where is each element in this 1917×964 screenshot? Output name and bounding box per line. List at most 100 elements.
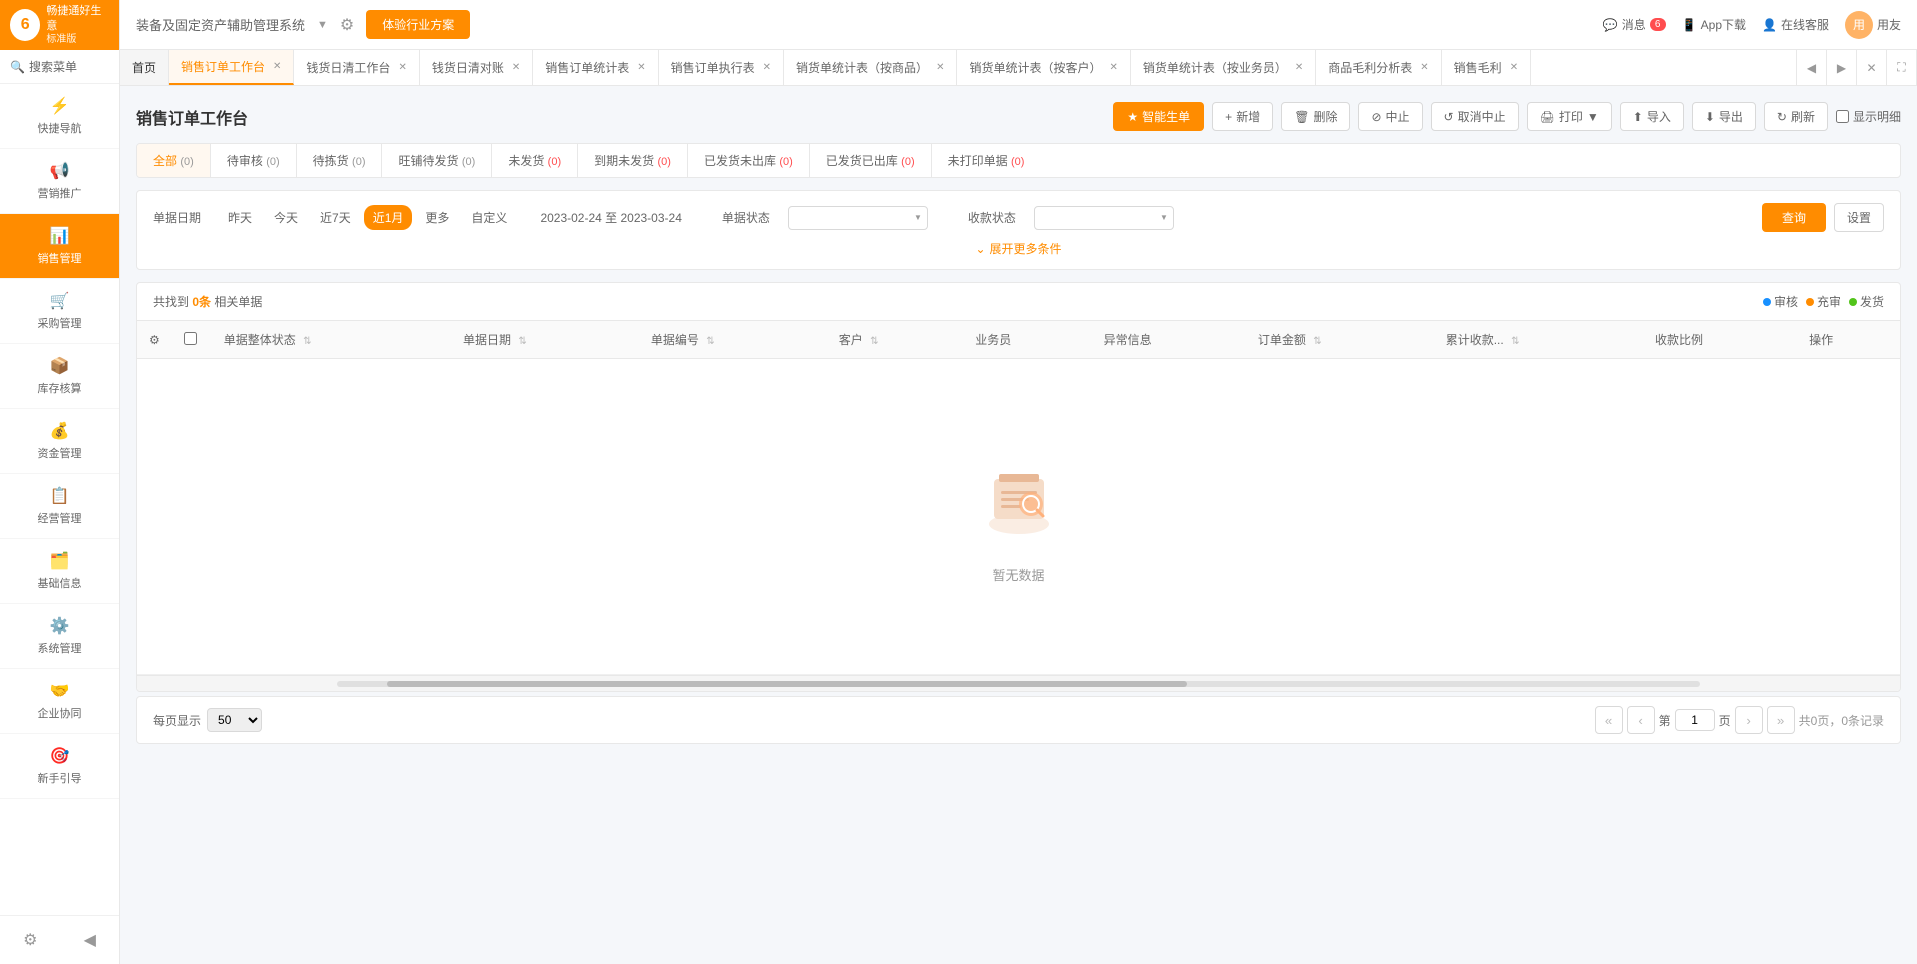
tab-close-goods-stats-staff[interactable]: ✕ (1295, 62, 1303, 73)
col-status: 单据整体状态 ⇅ (212, 321, 451, 359)
date-btn-1month[interactable]: 近1月 (364, 205, 413, 230)
tab-sales-exec[interactable]: 销售订单执行表 ✕ (659, 50, 784, 85)
settings-gear-btn[interactable]: ⚙ (15, 926, 45, 954)
tab-close-sales-gross[interactable]: ✕ (1510, 62, 1518, 73)
pagination-next-btn[interactable]: › (1735, 706, 1763, 734)
cancel-review-action-btn[interactable]: 充审 (1806, 293, 1841, 310)
tab-close-sales-exec[interactable]: ✕ (763, 62, 771, 73)
tab-sales-gross[interactable]: 销售毛利 ✕ (1442, 50, 1531, 85)
sub-tab-wangpu-pending[interactable]: 旺铺待发货 (0) (382, 144, 492, 177)
show-detail-checkbox[interactable]: 显示明细 (1836, 108, 1901, 125)
tab-cash-reconcile[interactable]: 钱货日清对账 ✕ (420, 50, 533, 85)
sidebar-item-finance[interactable]: 💰 资金管理 (0, 409, 119, 474)
settings-icon[interactable]: ⚙ (340, 15, 354, 35)
ship-action-btn[interactable]: 发货 (1849, 293, 1884, 310)
tab-close-cash-daily[interactable]: ✕ (398, 62, 406, 73)
user-menu-btn[interactable]: 用 用友 (1845, 11, 1901, 39)
sidebar-item-base-info[interactable]: 🗂️ 基础信息 (0, 539, 119, 604)
system-title-dropdown[interactable]: ▼ (317, 19, 328, 31)
solution-btn[interactable]: 体验行业方案 (366, 10, 470, 39)
sub-tab-shipped-out[interactable]: 已发货已出库 (0) (810, 144, 932, 177)
tab-sales-workbench[interactable]: 销售订单工作台 ✕ (169, 50, 294, 85)
sort-date-icon[interactable]: ⇅ (518, 336, 526, 347)
select-all-checkbox[interactable] (184, 332, 197, 345)
status-select-wrap[interactable] (788, 206, 928, 230)
pagination-last-btn[interactable]: » (1767, 706, 1795, 734)
tab-close-goods-stats-customer[interactable]: ✕ (1109, 62, 1117, 73)
date-btn-yesterday[interactable]: 昨天 (219, 205, 261, 230)
sidebar-item-sales[interactable]: 📊 销售管理 (0, 214, 119, 279)
sort-collected-icon[interactable]: ⇅ (1511, 336, 1519, 347)
scroll-area[interactable] (137, 675, 1900, 691)
print-btn[interactable]: 🖨 打印 ▼ (1527, 102, 1612, 131)
sub-tab-all[interactable]: 全部 (0) (137, 144, 211, 177)
tab-close-cash-reconcile[interactable]: ✕ (512, 62, 520, 73)
import-btn[interactable]: ⬆ 导入 (1620, 102, 1684, 131)
sub-tab-shipped-not-out[interactable]: 已发货未出库 (0) (688, 144, 810, 177)
scroll-thumb[interactable] (387, 681, 1187, 687)
settings-col-icon[interactable]: ⚙ (149, 333, 160, 347)
sidebar-item-operations[interactable]: 📋 经营管理 (0, 474, 119, 539)
delete-btn[interactable]: 🗑 删除 (1281, 102, 1350, 131)
filter-settings-btn[interactable]: 设置 (1834, 203, 1884, 232)
sub-tab-pending-inspection[interactable]: 待拣货 (0) (297, 144, 383, 177)
tab-goods-stats-product[interactable]: 销货单统计表（按商品） ✕ (784, 50, 957, 85)
tab-home[interactable]: 首页 (120, 50, 169, 85)
query-btn[interactable]: 查询 (1762, 203, 1826, 232)
status-select[interactable] (788, 206, 928, 230)
tab-close-goods-margin[interactable]: ✕ (1420, 62, 1428, 73)
review-action-btn[interactable]: 审核 (1763, 293, 1798, 310)
sidebar-item-purchase[interactable]: 🛒 采购管理 (0, 279, 119, 344)
tab-close-sales-stats[interactable]: ✕ (637, 62, 645, 73)
tab-cash-daily[interactable]: 钱货日清工作台 ✕ (294, 50, 419, 85)
suspend-btn[interactable]: ⊘ 中止 (1358, 102, 1422, 131)
sidebar-item-quick-nav[interactable]: ⚡ 快捷导航 (0, 84, 119, 149)
collection-select-wrap[interactable] (1034, 206, 1174, 230)
pagination-first-btn[interactable]: « (1595, 706, 1623, 734)
page-size-select[interactable]: 10 20 50 100 (207, 708, 262, 732)
refresh-btn[interactable]: ↻ 刷新 (1764, 102, 1828, 131)
tab-close-goods-stats-product[interactable]: ✕ (936, 62, 944, 73)
show-detail-input[interactable] (1836, 110, 1849, 123)
tabs-close-all-btn[interactable]: ✕ (1857, 50, 1887, 86)
message-btn[interactable]: 💬 消息 6 (1603, 16, 1666, 33)
date-btn-custom[interactable]: 自定义 (462, 205, 516, 230)
page-number-input[interactable] (1675, 709, 1715, 731)
scroll-track[interactable] (337, 681, 1700, 687)
sort-no-icon[interactable]: ⇅ (706, 336, 714, 347)
sidebar-item-system[interactable]: ⚙️ 系统管理 (0, 604, 119, 669)
sort-customer-icon[interactable]: ⇅ (870, 336, 878, 347)
date-btn-more[interactable]: 更多 (416, 205, 458, 230)
app-download-btn[interactable]: 📱 App下载 (1682, 16, 1746, 33)
tab-goods-margin[interactable]: 商品毛利分析表 ✕ (1316, 50, 1441, 85)
sidebar-search[interactable]: 🔍 搜索菜单 (0, 50, 119, 84)
sort-amount-icon[interactable]: ⇅ (1313, 336, 1321, 347)
date-btn-7days[interactable]: 近7天 (311, 205, 360, 230)
date-btn-today[interactable]: 今天 (265, 205, 307, 230)
collection-select[interactable] (1034, 206, 1174, 230)
tab-sales-stats[interactable]: 销售订单统计表 ✕ (533, 50, 658, 85)
tab-close-sales-workbench[interactable]: ✕ (273, 61, 281, 72)
tab-goods-stats-staff[interactable]: 销货单统计表（按业务员） ✕ (1131, 50, 1316, 85)
sidebar-item-enterprise[interactable]: 🤝 企业协同 (0, 669, 119, 734)
sidebar-item-inventory[interactable]: 📦 库存核算 (0, 344, 119, 409)
sub-tab-unprinted[interactable]: 未打印单据 (0) (932, 144, 1041, 177)
sidebar-item-marketing[interactable]: 📢 营销推广 (0, 149, 119, 214)
add-btn[interactable]: + 新增 (1212, 102, 1273, 131)
tabs-scroll-right-btn[interactable]: ▶ (1827, 50, 1857, 86)
pagination-prev-btn[interactable]: ‹ (1627, 706, 1655, 734)
sub-tab-pending-review[interactable]: 待审核 (0) (211, 144, 297, 177)
online-service-btn[interactable]: 👤 在线客服 (1762, 16, 1829, 33)
sidebar-item-newbie[interactable]: 🎯 新手引导 (0, 734, 119, 799)
sub-tab-overdue-unshipped[interactable]: 到期未发货 (0) (578, 144, 688, 177)
tab-goods-stats-customer[interactable]: 销货单统计表（按客户） ✕ (957, 50, 1130, 85)
smart-create-btn[interactable]: ★ 智能生单 (1113, 102, 1204, 131)
tabs-scroll-left-btn[interactable]: ◀ (1797, 50, 1827, 86)
export-btn[interactable]: ⬇ 导出 (1692, 102, 1756, 131)
expand-filter-btn[interactable]: ⌄ 展开更多条件 (975, 240, 1061, 257)
sort-status-icon[interactable]: ⇅ (303, 336, 311, 347)
collapse-sidebar-btn[interactable]: ◀ (76, 926, 104, 954)
tabs-fullscreen-btn[interactable]: ⛶ (1887, 50, 1917, 86)
cancel-suspend-btn[interactable]: ↺ 取消中止 (1431, 102, 1519, 131)
sub-tab-unshipped[interactable]: 未发货 (0) (492, 144, 578, 177)
